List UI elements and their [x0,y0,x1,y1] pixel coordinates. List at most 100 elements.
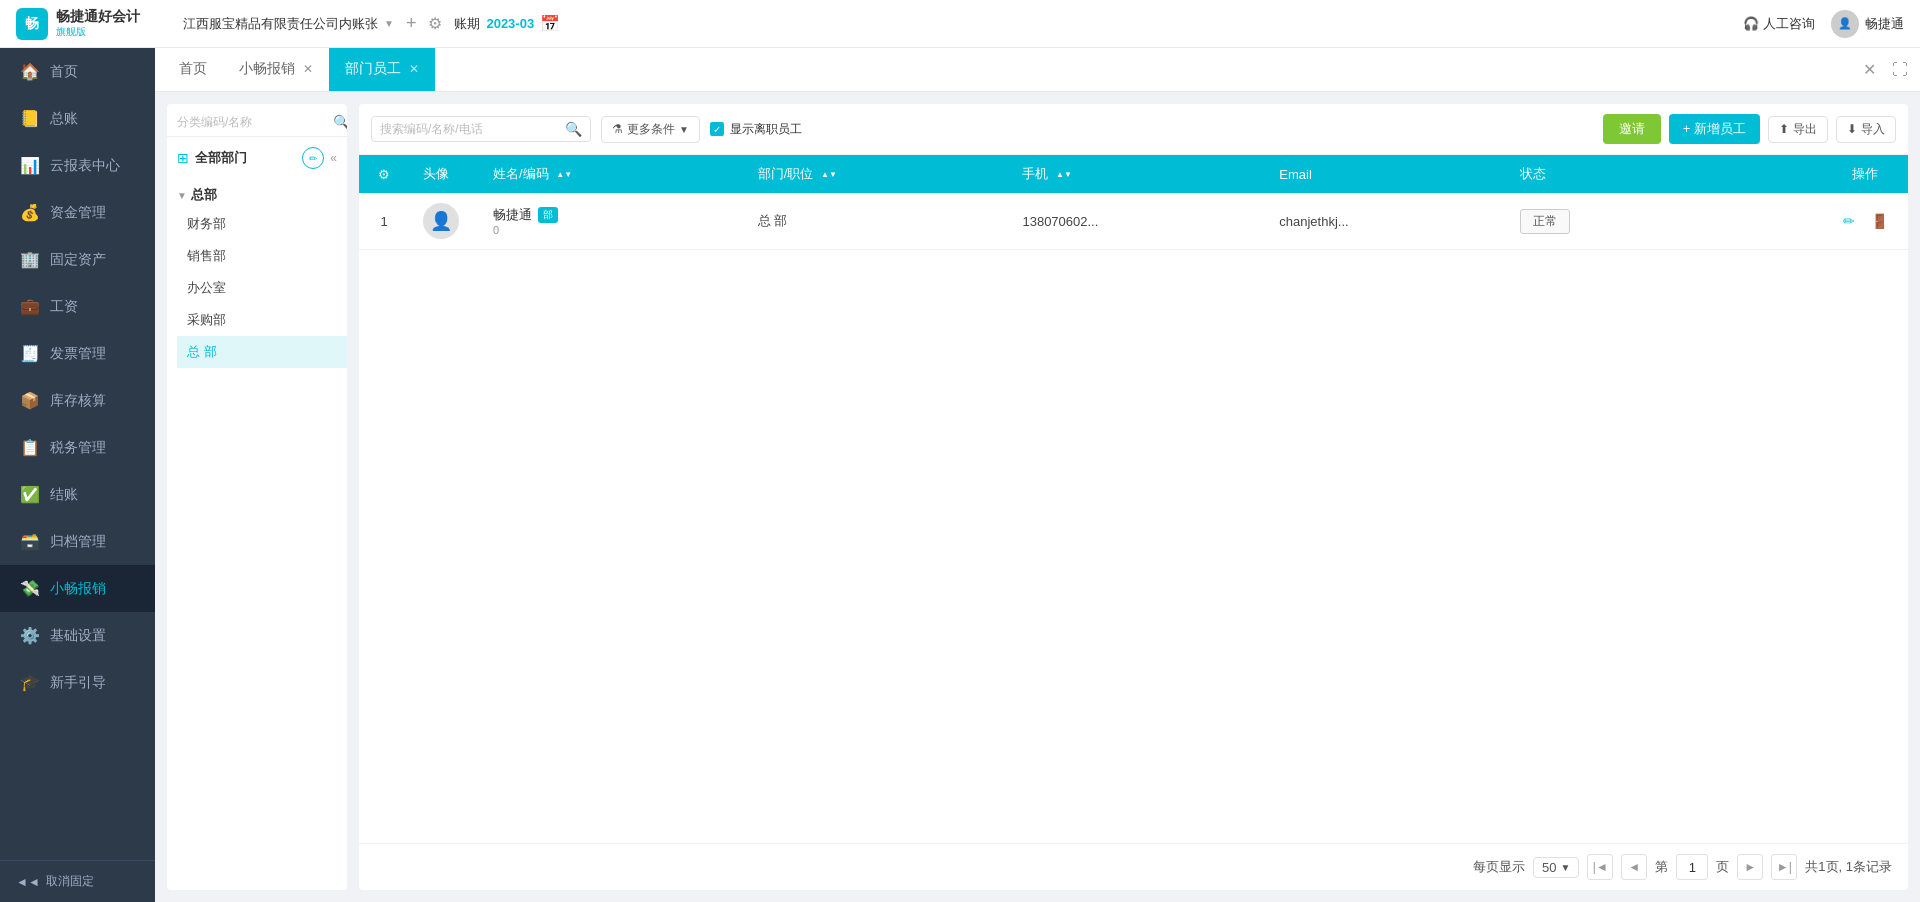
settings-icon[interactable]: ⚙ [428,14,442,33]
dept-edit-btn[interactable]: ✏ [302,147,324,169]
tab-home[interactable]: 首页 [163,48,223,91]
export-button[interactable]: ⬆ 导出 [1768,116,1828,143]
sidebar-item-home-label: 首页 [50,63,78,81]
export-label: 导出 [1793,121,1817,138]
tab-dept-employee[interactable]: 部门员工 ✕ [329,48,435,91]
sidebar-item-archive[interactable]: 🗃️ 归档管理 [0,518,155,565]
show-resigned-checkbox[interactable]: ✓ [710,122,724,136]
invite-button[interactable]: 邀请 [1603,114,1661,144]
col-settings[interactable]: ⚙ [359,155,409,193]
col-dept-position[interactable]: 部门/职位 ▲▼ [744,155,1009,193]
period-label: 账期 [454,15,480,33]
tab-expense[interactable]: 小畅报销 ✕ [223,48,329,91]
tab-expense-label: 小畅报销 [239,60,295,78]
cancel-pin-btn[interactable]: ◄◄ 取消固定 [0,860,155,902]
sidebar-item-reports[interactable]: 📊 云报表中心 [0,142,155,189]
employee-code: 0 [493,224,730,236]
logo-area: 畅 畅捷通好会计 旗舰版 [16,8,171,40]
col-status: 状态 [1506,155,1699,193]
employee-dept: 总 部 [758,213,788,228]
tab-bar: 首页 小畅报销 ✕ 部门员工 ✕ ✕ ⛶ [155,48,1920,92]
dept-search-area: 🔍 [167,104,347,137]
last-page-btn[interactable]: ►| [1771,854,1797,880]
page-content: 🔍 ⊞ 全部部门 ✏ « ▼ 总部 财务部 [155,92,1920,902]
main-layout: 🏠 首页 📒 总账 📊 云报表中心 💰 资金管理 🏢 固定资产 💼 工资 🧾 发… [0,48,1920,902]
table-row: 1 👤 畅捷通 部 0 [359,193,1908,250]
col-avatar: 头像 [409,155,479,193]
basic-icon: ⚙️ [20,626,40,645]
row-index: 1 [359,193,409,250]
tab-expense-close-icon[interactable]: ✕ [303,62,313,76]
expand-icon[interactable]: ⛶ [1888,57,1912,83]
sidebar-item-settle[interactable]: ✅ 结账 [0,471,155,518]
per-page-select[interactable]: 50 ▼ [1533,857,1579,878]
sort-dept-icon: ▲▼ [821,171,837,179]
dept-general-label: 总 部 [187,343,217,361]
first-page-btn[interactable]: |◄ [1587,854,1613,880]
sidebar-item-tax[interactable]: 📋 税务管理 [0,424,155,471]
company-selector[interactable]: 江西服宝精品有限责任公司内账张 ▼ [183,15,394,33]
show-resigned-label: 显示离职员工 [730,121,802,138]
dept-search-icon[interactable]: 🔍 [333,114,347,130]
col-phone[interactable]: 手机 ▲▼ [1008,155,1265,193]
show-resigned-area: ✓ 显示离职员工 [710,121,802,138]
employee-table: ⚙ 头像 姓名/编码 ▲▼ 部门/职位 ▲▼ [359,155,1908,843]
tab-dept-employee-close-icon[interactable]: ✕ [409,62,419,76]
dept-item-finance[interactable]: 财务部 [177,208,347,240]
search-icon[interactable]: 🔍 [565,121,582,137]
close-tab-icon[interactable]: ✕ [1859,56,1880,83]
dept-item-sales[interactable]: 销售部 [177,240,347,272]
sidebar-item-salary[interactable]: 💼 工资 [0,283,155,330]
dept-collapse-icon[interactable]: « [330,151,337,165]
filter-more-btn[interactable]: ⚗ 更多条件 ▼ [601,116,700,143]
row-phone-cell: 138070602... [1008,193,1265,250]
per-page-arrow-icon: ▼ [1560,862,1570,873]
salary-icon: 💼 [20,297,40,316]
prev-page-btn[interactable]: ◄ [1621,854,1647,880]
add-company-btn[interactable]: + [406,13,417,34]
sidebar-item-expense[interactable]: 💸 小畅报销 [0,565,155,612]
archive-icon: 🗃️ [20,532,40,551]
all-dept-label: 全部部门 [195,149,296,167]
sidebar-item-ledger[interactable]: 📒 总账 [0,95,155,142]
row-status-cell: 正常 [1506,193,1699,250]
employee-search-input[interactable] [380,122,559,136]
page-input[interactable] [1676,854,1708,880]
user-info[interactable]: 👤 畅捷通 [1831,10,1904,38]
sidebar-item-assets[interactable]: 🏢 固定资产 [0,236,155,283]
sidebar-item-inventory[interactable]: 📦 库存核算 [0,377,155,424]
dept-purchase-label: 采购部 [187,311,226,329]
next-page-btn[interactable]: ► [1737,854,1763,880]
sidebar-item-assets-label: 固定资产 [50,251,106,269]
sidebar-item-funds[interactable]: 💰 资金管理 [0,189,155,236]
service-button[interactable]: 🎧 人工咨询 [1743,15,1815,33]
sidebar-item-guide[interactable]: 🎓 新手引导 [0,659,155,706]
sort-name-icon: ▲▼ [556,171,572,179]
tab-dept-employee-label: 部门员工 [345,60,401,78]
employee-email: chanjethkj... [1279,214,1348,229]
dept-search-input[interactable] [177,115,327,129]
col-actions: 操作 [1699,155,1908,193]
edit-employee-btn[interactable]: ✏ [1837,211,1861,231]
add-employee-button[interactable]: + 新增员工 [1669,114,1760,144]
sidebar-item-home[interactable]: 🏠 首页 [0,48,155,95]
delete-employee-btn[interactable]: 🚪 [1865,211,1894,231]
dept-item-purchase[interactable]: 采购部 [177,304,347,336]
sidebar-item-funds-label: 资金管理 [50,204,106,222]
employee-search-box: 🔍 [371,116,591,142]
sidebar-item-invoice[interactable]: 🧾 发票管理 [0,330,155,377]
col-name-code[interactable]: 姓名/编码 ▲▼ [479,155,744,193]
calendar-icon[interactable]: 📅 [540,14,560,33]
employee-name: 畅捷通 部 [493,206,730,224]
import-button[interactable]: ⬇ 导入 [1836,116,1896,143]
dept-header: ⊞ 全部部门 ✏ « [167,137,347,175]
row-avatar-cell: 👤 [409,193,479,250]
sidebar-item-basic[interactable]: ⚙️ 基础设置 [0,612,155,659]
dept-item-office[interactable]: 办公室 [177,272,347,304]
content-area: 首页 小畅报销 ✕ 部门员工 ✕ ✕ ⛶ 🔍 [155,48,1920,902]
import-label: 导入 [1861,121,1885,138]
sidebar-item-inventory-label: 库存核算 [50,392,106,410]
dept-grid-icon: ⊞ [177,150,189,166]
dept-item-general[interactable]: 总 部 [177,336,347,368]
total-info: 共1页, 1条记录 [1805,858,1892,876]
